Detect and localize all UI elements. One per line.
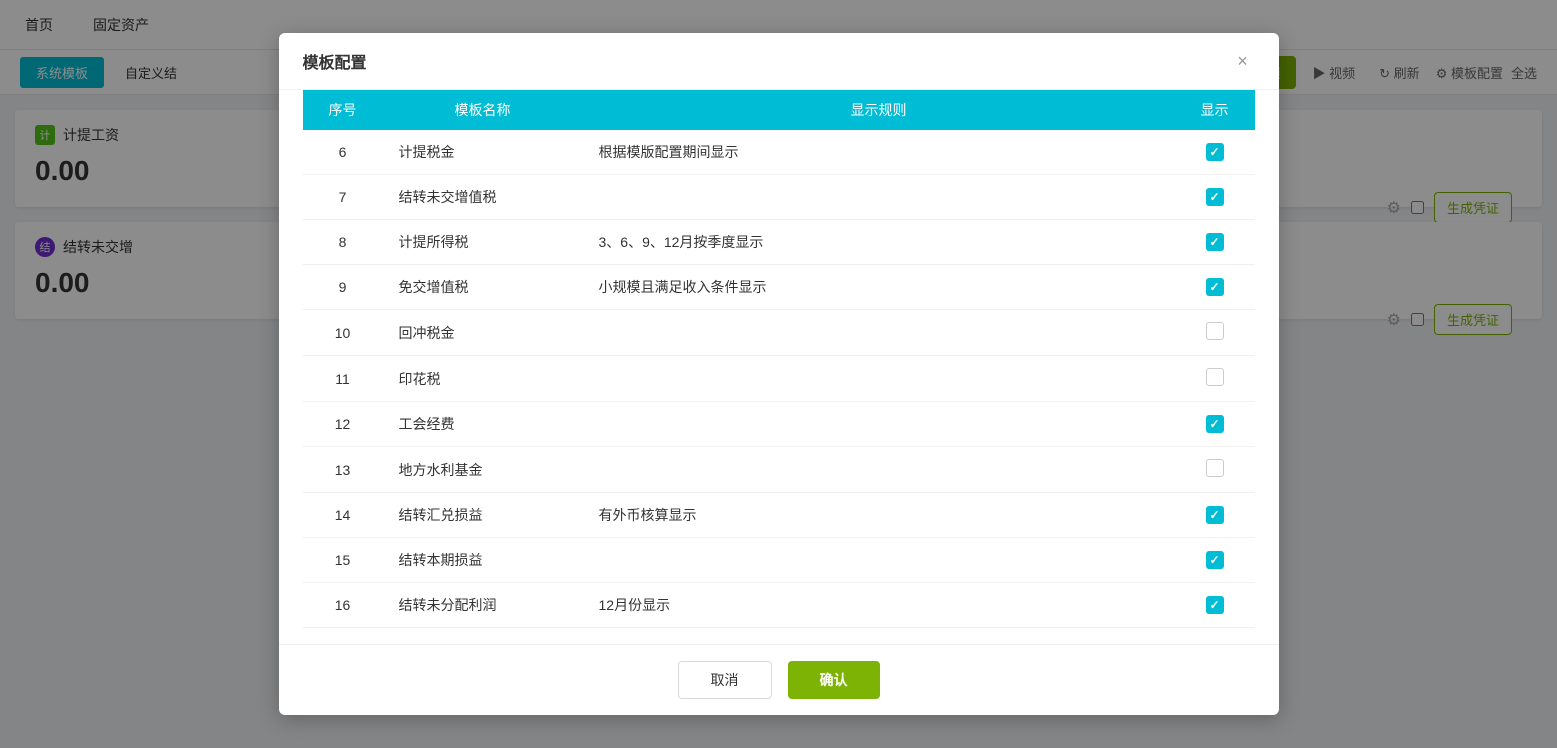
cell-check-5 xyxy=(1175,356,1255,402)
cell-check-10 xyxy=(1175,583,1255,628)
config-table-header-row: 序号 模板名称 显示规则 显示 xyxy=(303,90,1255,130)
table-row: 6计提税金根据模版配置期间显示 xyxy=(303,130,1255,175)
cell-seq-5: 11 xyxy=(303,356,383,402)
table-row: 11印花税 xyxy=(303,356,1255,402)
cell-seq-0: 6 xyxy=(303,130,383,175)
cell-name-0: 计提税金 xyxy=(383,130,583,175)
checkbox-4[interactable] xyxy=(1206,322,1224,340)
table-row: 8计提所得税3、6、9、12月按季度显示 xyxy=(303,220,1255,265)
cell-check-8 xyxy=(1175,493,1255,538)
cell-check-6 xyxy=(1175,402,1255,447)
modal-title: 模板配置 xyxy=(303,49,367,73)
checkbox-8[interactable] xyxy=(1206,506,1224,524)
cell-name-10: 结转未分配利润 xyxy=(383,583,583,628)
cell-rule-5 xyxy=(583,356,1175,402)
checkbox-10[interactable] xyxy=(1206,596,1224,614)
cell-rule-3: 小规模且满足收入条件显示 xyxy=(583,265,1175,310)
col-header-seq: 序号 xyxy=(303,90,383,130)
cell-name-9: 结转本期损益 xyxy=(383,538,583,583)
cancel-button[interactable]: 取消 xyxy=(678,661,772,699)
checkbox-2[interactable] xyxy=(1206,233,1224,251)
cell-name-1: 结转未交增值税 xyxy=(383,175,583,220)
cell-seq-1: 7 xyxy=(303,175,383,220)
col-header-name: 模板名称 xyxy=(383,90,583,130)
table-row: 13地方水利基金 xyxy=(303,447,1255,493)
cell-seq-8: 14 xyxy=(303,493,383,538)
checkbox-1[interactable] xyxy=(1206,188,1224,206)
cell-rule-7 xyxy=(583,447,1175,493)
cell-rule-0: 根据模版配置期间显示 xyxy=(583,130,1175,175)
modal-body: 序号 模板名称 显示规则 显示 6计提税金根据模版配置期间显示7结转未交增值税8… xyxy=(279,90,1279,644)
modal-close-button[interactable]: × xyxy=(1231,49,1255,73)
modal-header: 模板配置 × xyxy=(279,33,1279,90)
cell-name-7: 地方水利基金 xyxy=(383,447,583,493)
table-row: 10回冲税金 xyxy=(303,310,1255,356)
checkbox-7[interactable] xyxy=(1206,459,1224,477)
cell-rule-8: 有外币核算显示 xyxy=(583,493,1175,538)
cell-seq-10: 16 xyxy=(303,583,383,628)
checkbox-0[interactable] xyxy=(1206,143,1224,161)
cell-check-2 xyxy=(1175,220,1255,265)
modal-overlay: 模板配置 × 序号 模板名称 显示规则 显示 6计提税金根据模版配置期间显示7结… xyxy=(0,0,1557,748)
table-row: 14结转汇兑损益有外币核算显示 xyxy=(303,493,1255,538)
cell-seq-3: 9 xyxy=(303,265,383,310)
cell-rule-1 xyxy=(583,175,1175,220)
table-row: 15结转本期损益 xyxy=(303,538,1255,583)
cell-seq-7: 13 xyxy=(303,447,383,493)
config-table-body: 6计提税金根据模版配置期间显示7结转未交增值税8计提所得税3、6、9、12月按季… xyxy=(303,130,1255,628)
table-row: 16结转未分配利润12月份显示 xyxy=(303,583,1255,628)
confirm-button[interactable]: 确认 xyxy=(788,661,880,699)
cell-rule-6 xyxy=(583,402,1175,447)
cell-seq-4: 10 xyxy=(303,310,383,356)
config-table-head: 序号 模板名称 显示规则 显示 xyxy=(303,90,1255,130)
cell-rule-9 xyxy=(583,538,1175,583)
col-header-display: 显示 xyxy=(1175,90,1255,130)
cell-rule-4 xyxy=(583,310,1175,356)
cell-check-3 xyxy=(1175,265,1255,310)
cell-check-1 xyxy=(1175,175,1255,220)
cell-check-9 xyxy=(1175,538,1255,583)
cell-rule-2: 3、6、9、12月按季度显示 xyxy=(583,220,1175,265)
cell-check-0 xyxy=(1175,130,1255,175)
checkbox-3[interactable] xyxy=(1206,278,1224,296)
cell-seq-9: 15 xyxy=(303,538,383,583)
config-table: 序号 模板名称 显示规则 显示 6计提税金根据模版配置期间显示7结转未交增值税8… xyxy=(303,90,1255,628)
cell-name-6: 工会经费 xyxy=(383,402,583,447)
cell-check-4 xyxy=(1175,310,1255,356)
cell-rule-10: 12月份显示 xyxy=(583,583,1175,628)
cell-seq-6: 12 xyxy=(303,402,383,447)
cell-name-3: 免交增值税 xyxy=(383,265,583,310)
cell-name-2: 计提所得税 xyxy=(383,220,583,265)
cell-name-5: 印花税 xyxy=(383,356,583,402)
cell-check-7 xyxy=(1175,447,1255,493)
checkbox-5[interactable] xyxy=(1206,368,1224,386)
template-config-modal: 模板配置 × 序号 模板名称 显示规则 显示 6计提税金根据模版配置期间显示7结… xyxy=(279,33,1279,715)
table-row: 9免交增值税小规模且满足收入条件显示 xyxy=(303,265,1255,310)
table-row: 7结转未交增值税 xyxy=(303,175,1255,220)
checkbox-6[interactable] xyxy=(1206,415,1224,433)
modal-footer: 取消 确认 xyxy=(279,644,1279,715)
cell-name-4: 回冲税金 xyxy=(383,310,583,356)
checkbox-9[interactable] xyxy=(1206,551,1224,569)
cell-name-8: 结转汇兑损益 xyxy=(383,493,583,538)
table-row: 12工会经费 xyxy=(303,402,1255,447)
cell-seq-2: 8 xyxy=(303,220,383,265)
col-header-rule: 显示规则 xyxy=(583,90,1175,130)
